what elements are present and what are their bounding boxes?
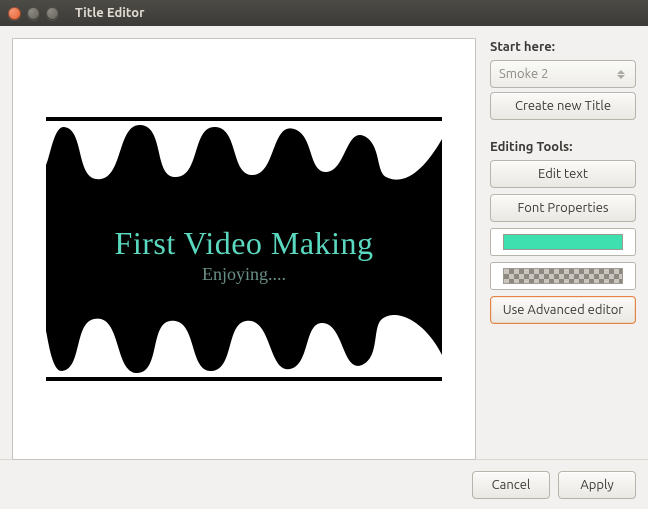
- dialog-body: First Video Making Enjoying.... Start he…: [0, 26, 648, 459]
- preview-frame: First Video Making Enjoying....: [12, 38, 476, 460]
- maximize-icon[interactable]: [46, 7, 59, 20]
- create-new-title-label: Create new Title: [515, 99, 611, 113]
- editing-tools-label: Editing Tools:: [490, 140, 636, 154]
- template-combo[interactable]: Smoke 2: [490, 60, 636, 88]
- smoke-bottom: [46, 295, 442, 381]
- titlebar: Title Editor: [0, 0, 648, 26]
- font-properties-label: Font Properties: [517, 201, 608, 215]
- window-controls: [8, 7, 65, 20]
- title-text-group: First Video Making Enjoying....: [46, 225, 442, 285]
- apply-label: Apply: [580, 478, 613, 492]
- title-line-1: First Video Making: [46, 225, 442, 262]
- window-title: Title Editor: [75, 6, 640, 20]
- title-line-2: Enjoying....: [46, 264, 442, 285]
- smoke-top: [46, 117, 442, 203]
- use-advanced-editor-label: Use Advanced editor: [503, 303, 623, 317]
- text-color-preview: [503, 234, 623, 250]
- cancel-button[interactable]: Cancel: [472, 471, 550, 499]
- text-color-swatch[interactable]: [490, 228, 636, 256]
- create-new-title-button[interactable]: Create new Title: [490, 92, 636, 120]
- preview-stage: First Video Making Enjoying....: [46, 117, 442, 381]
- close-icon[interactable]: [8, 7, 21, 20]
- dialog-footer: Cancel Apply: [0, 460, 648, 509]
- use-advanced-editor-button[interactable]: Use Advanced editor: [490, 296, 636, 324]
- font-properties-button[interactable]: Font Properties: [490, 194, 636, 222]
- combo-chevron-icon: [617, 61, 627, 87]
- edit-text-button[interactable]: Edit text: [490, 160, 636, 188]
- apply-button[interactable]: Apply: [558, 471, 636, 499]
- cancel-label: Cancel: [492, 478, 531, 492]
- template-combo-value: Smoke 2: [499, 67, 548, 81]
- edit-text-label: Edit text: [538, 167, 588, 181]
- side-panel: Start here: Smoke 2 Create new Title Edi…: [490, 38, 636, 330]
- background-swatch[interactable]: [490, 262, 636, 290]
- background-preview-checker: [503, 268, 623, 284]
- start-here-label: Start here:: [490, 40, 636, 54]
- minimize-icon[interactable]: [27, 7, 40, 20]
